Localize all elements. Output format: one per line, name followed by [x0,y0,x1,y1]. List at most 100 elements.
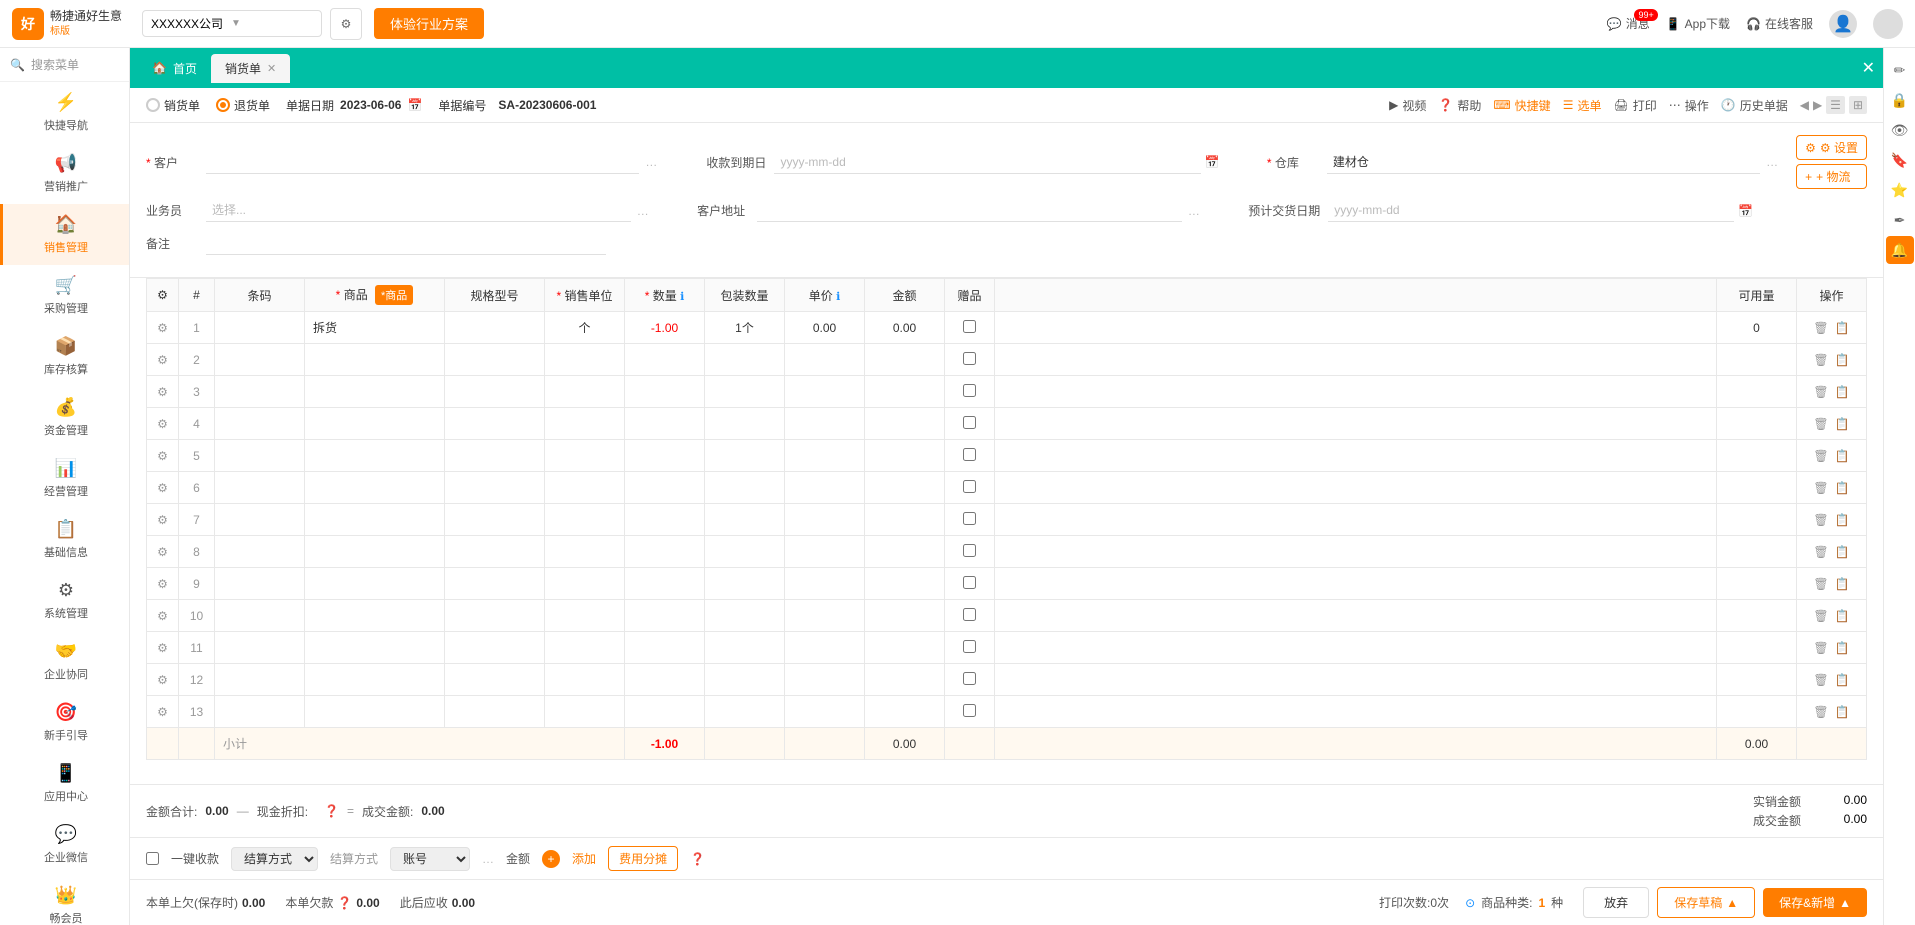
row-unit-1[interactable] [545,344,625,376]
operation-action[interactable]: ⋯ 操作 [1669,97,1709,114]
row-qty-9[interactable] [625,600,705,632]
row-price-0[interactable]: 0.00 [785,312,865,344]
row-spec-6[interactable] [445,504,545,536]
row-price-9[interactable] [785,600,865,632]
qty-info-icon[interactable]: ℹ [680,291,684,303]
row-gift-10[interactable] [945,632,995,664]
row-pack-qty-2[interactable] [705,376,785,408]
customer-input[interactable] [206,151,639,174]
sidebar-item-guide[interactable]: 🎯 新手引导 [0,692,129,753]
row-price-2[interactable] [785,376,865,408]
warehouse-input[interactable] [1327,151,1760,174]
app-download-button[interactable]: 📱 App下载 [1666,15,1730,32]
row-pack-qty-4[interactable] [705,440,785,472]
row-product-1[interactable] [305,344,445,376]
row-gift-0[interactable] [945,312,995,344]
row-delete-icon-3[interactable]: 🗑 [1813,417,1828,431]
account-select[interactable]: 账号 [390,847,470,871]
row-qty-12[interactable] [625,696,705,728]
row-pack-qty-5[interactable] [705,472,785,504]
row-copy-icon-2[interactable]: 📋 [1835,385,1850,399]
settings-panel-btn[interactable]: ⚙ ⚙ 设置 [1796,135,1867,160]
row-gift-8[interactable] [945,568,995,600]
help-action[interactable]: ❓ 帮助 [1438,97,1481,114]
row-qty-5[interactable] [625,472,705,504]
row-amount-0[interactable]: 0.00 [865,312,945,344]
row-gift-12[interactable] [945,696,995,728]
row-gift-9[interactable] [945,600,995,632]
row-amount-6[interactable] [865,504,945,536]
right-panel-edit[interactable]: ✏ [1886,56,1914,84]
video-action[interactable]: ▶ 视频 [1389,97,1426,114]
row-product-2[interactable] [305,376,445,408]
row-pack-qty-11[interactable] [705,664,785,696]
row-settings-4[interactable]: ⚙ [147,440,179,472]
row-gift-6[interactable] [945,504,995,536]
row-unit-10[interactable] [545,632,625,664]
online-service-button[interactable]: 🎧 在线客服 [1746,15,1813,32]
row-settings-5[interactable]: ⚙ [147,472,179,504]
logistics-btn[interactable]: + + 物流 [1796,164,1867,189]
row-qty-4[interactable] [625,440,705,472]
row-unit-2[interactable] [545,376,625,408]
select-action[interactable]: ☰ 选单 [1563,97,1602,114]
row-spec-10[interactable] [445,632,545,664]
radio-return-order[interactable]: 退货单 [216,97,270,114]
row-product-0[interactable]: 拆货 [305,312,445,344]
save-new-button[interactable]: 保存&新增 ▲ [1763,888,1867,917]
expense-split-btn[interactable]: 费用分摊 [608,846,678,871]
row-barcode-0[interactable] [215,312,305,344]
row-unit-3[interactable] [545,408,625,440]
row-gift-5[interactable] [945,472,995,504]
row-delete-icon-0[interactable]: 🗑 [1813,321,1828,335]
sidebar-item-inventory[interactable]: 📦 库存核算 [0,326,129,387]
save-draft-button[interactable]: 保存草稿 ▲ [1657,887,1755,918]
payment-date-input[interactable] [774,151,1200,174]
row-amount-2[interactable] [865,376,945,408]
row-pack-qty-1[interactable] [705,344,785,376]
cash-discount-help[interactable]: ❓ [324,804,339,818]
row-spec-0[interactable] [445,312,545,344]
row-product-3[interactable] [305,408,445,440]
row-gift-7[interactable] [945,536,995,568]
row-price-12[interactable] [785,696,865,728]
row-product-10[interactable] [305,632,445,664]
row-delete-icon-10[interactable]: 🗑 [1813,641,1828,655]
row-delete-icon-1[interactable]: 🗑 [1813,353,1828,367]
row-pack-qty-0[interactable]: 1个 [705,312,785,344]
row-pack-qty-9[interactable] [705,600,785,632]
row-amount-8[interactable] [865,568,945,600]
row-qty-11[interactable] [625,664,705,696]
row-copy-icon-0[interactable]: 📋 [1835,321,1850,335]
row-settings-12[interactable]: ⚙ [147,696,179,728]
row-delete-icon-12[interactable]: 🗑 [1813,705,1828,719]
row-copy-icon-5[interactable]: 📋 [1835,481,1850,495]
row-qty-0[interactable]: -1.00 [625,312,705,344]
shortcut-action[interactable]: ⌨ 快捷键 [1493,97,1550,114]
row-pack-qty-3[interactable] [705,408,785,440]
right-panel-lock[interactable]: 🔒 [1886,86,1914,114]
expected-date-input[interactable] [1328,199,1734,222]
sidebar-item-basic[interactable]: 📋 基础信息 [0,509,129,570]
row-gift-2[interactable] [945,376,995,408]
row-product-5[interactable] [305,472,445,504]
row-qty-2[interactable] [625,376,705,408]
address-more-icon[interactable]: … [1182,204,1206,218]
row-spec-7[interactable] [445,536,545,568]
row-delete-icon-5[interactable]: 🗑 [1813,481,1828,495]
row-copy-icon-7[interactable]: 📋 [1835,545,1850,559]
customer-more-icon[interactable]: … [639,155,663,169]
row-settings-9[interactable]: ⚙ [147,600,179,632]
row-price-6[interactable] [785,504,865,536]
add-button[interactable]: + [542,850,560,868]
right-panel-pen[interactable]: ✒ [1886,206,1914,234]
row-spec-1[interactable] [445,344,545,376]
row-amount-7[interactable] [865,536,945,568]
row-price-7[interactable] [785,536,865,568]
row-amount-1[interactable] [865,344,945,376]
scan-button[interactable]: *商品 [375,285,413,305]
row-delete-icon-6[interactable]: 🗑 [1813,513,1828,527]
sidebar-item-apps[interactable]: 📱 应用中心 [0,753,129,814]
row-barcode-6[interactable] [215,504,305,536]
sidebar-item-system[interactable]: ⚙ 系统管理 [0,570,129,631]
